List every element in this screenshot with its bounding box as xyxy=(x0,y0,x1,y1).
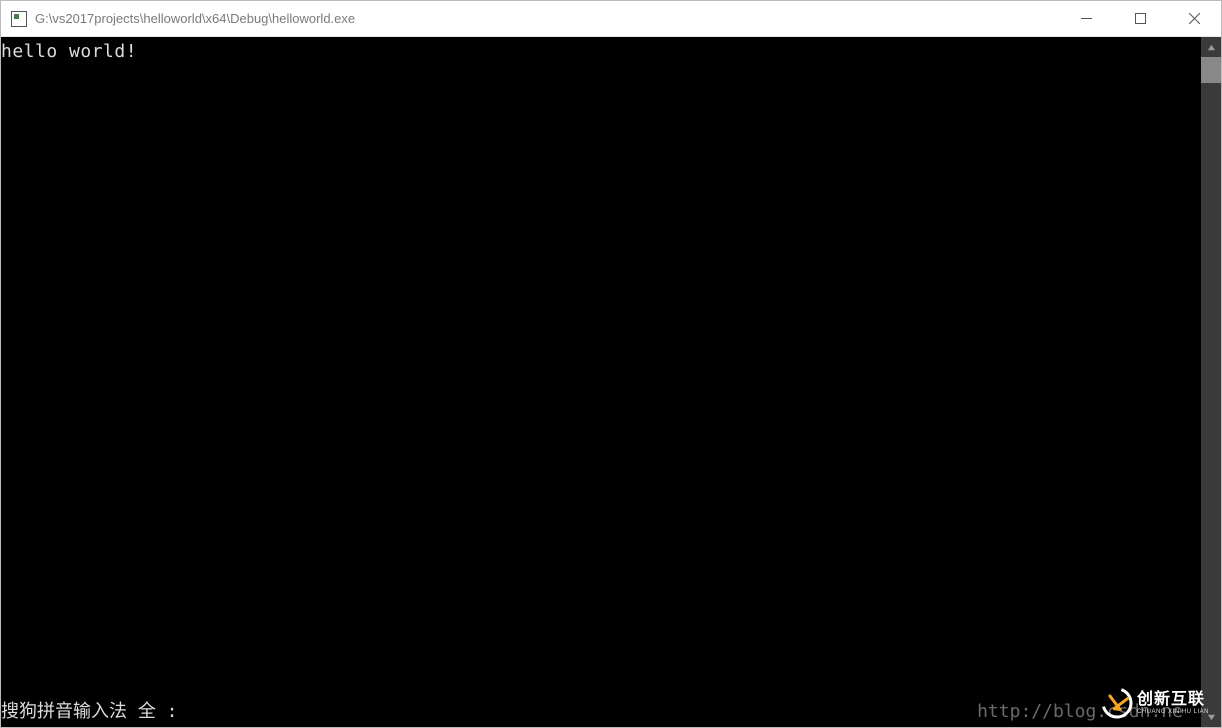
brand-name-cn: 创新互联 xyxy=(1137,692,1209,708)
maximize-icon xyxy=(1135,13,1146,24)
console-output: hello world! xyxy=(1,41,137,63)
close-button[interactable] xyxy=(1167,1,1221,36)
scrollbar-track[interactable] xyxy=(1201,57,1221,707)
maximize-button[interactable] xyxy=(1113,1,1167,36)
scroll-up-button[interactable] xyxy=(1201,37,1221,57)
content-area: hello world! 搜狗拼音输入法 全 : http://blog.csd… xyxy=(1,37,1221,727)
window-controls xyxy=(1059,1,1221,36)
ime-status: 搜狗拼音输入法 全 : xyxy=(1,701,178,723)
brand-mark-icon xyxy=(1101,687,1133,719)
minimize-button[interactable] xyxy=(1059,1,1113,36)
close-icon xyxy=(1189,13,1200,24)
minimize-icon xyxy=(1081,13,1092,24)
chevron-up-icon xyxy=(1207,43,1216,52)
titlebar[interactable]: G:\vs2017projects\helloworld\x64\Debug\h… xyxy=(1,1,1221,37)
scrollbar-thumb[interactable] xyxy=(1201,57,1221,83)
brand-text: 创新互联 CHUANG XIN HU LIAN xyxy=(1137,692,1209,715)
console-window: G:\vs2017projects\helloworld\x64\Debug\h… xyxy=(0,0,1222,728)
console-body[interactable]: hello world! 搜狗拼音输入法 全 : http://blog.csd… xyxy=(1,37,1201,727)
brand-logo: 创新互联 CHUANG XIN HU LIAN xyxy=(1101,687,1209,719)
vertical-scrollbar[interactable] xyxy=(1201,37,1221,727)
window-title: G:\vs2017projects\helloworld\x64\Debug\h… xyxy=(35,11,1059,26)
brand-name-en: CHUANG XIN HU LIAN xyxy=(1137,709,1209,715)
app-icon xyxy=(11,11,27,27)
